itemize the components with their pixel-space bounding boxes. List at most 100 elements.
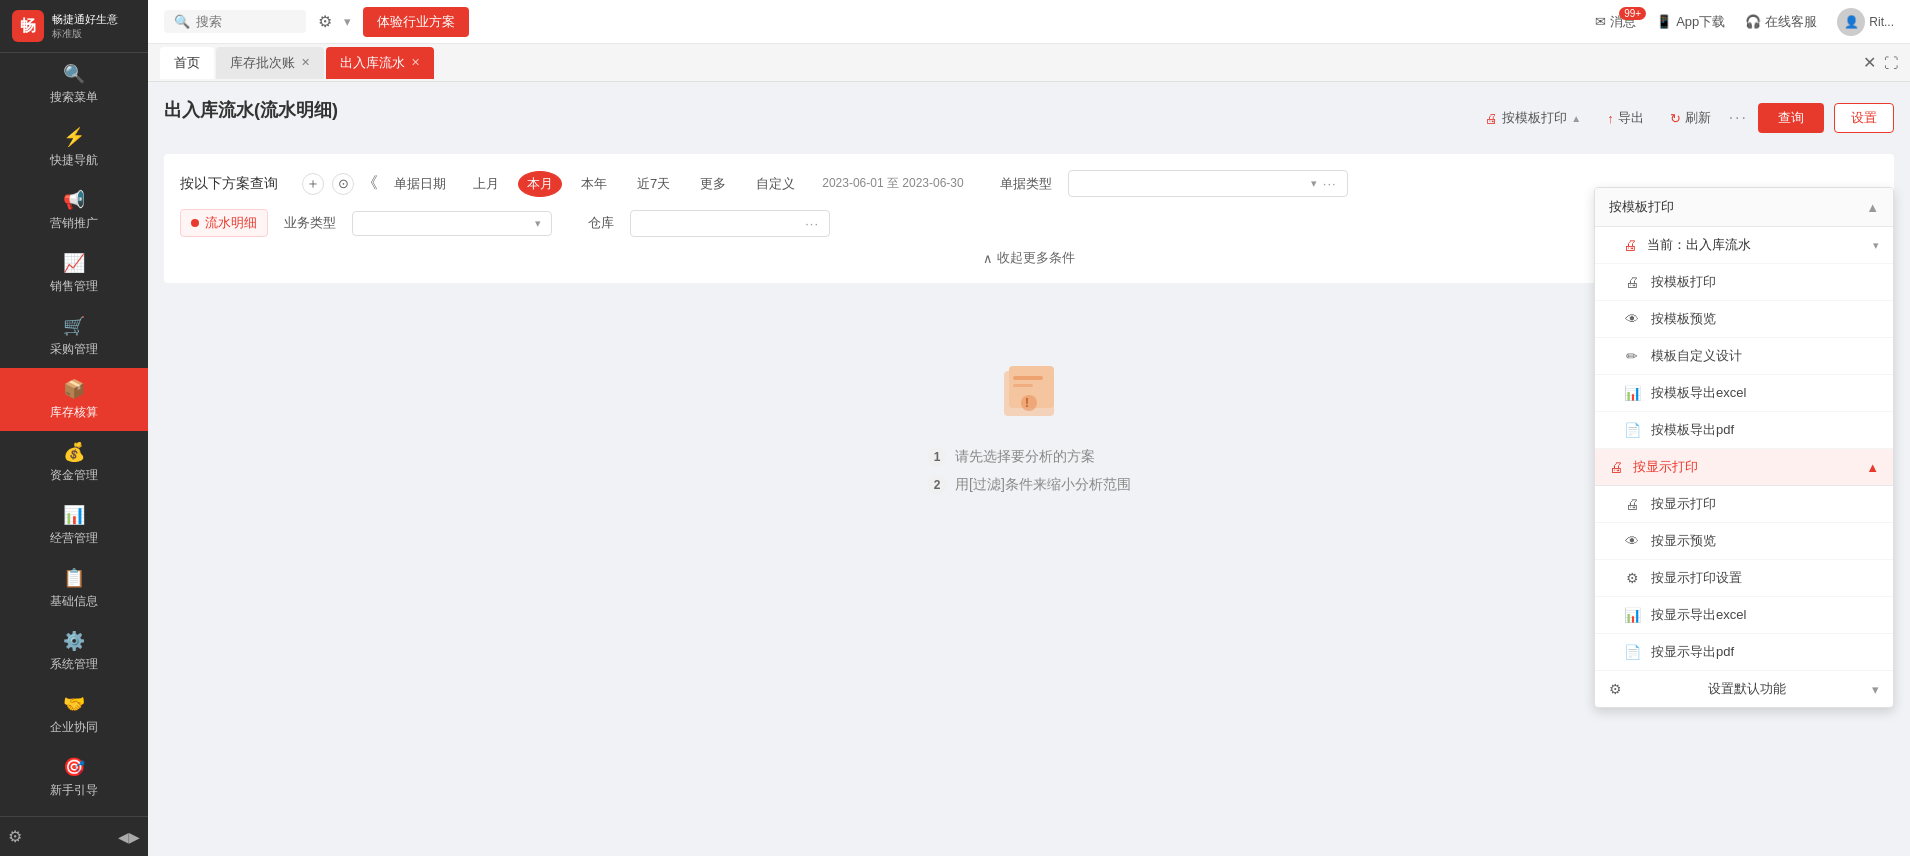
dropdown-item-template-print[interactable]: 🖨 按模板打印 [1595,264,1893,301]
item-label: 按显示打印设置 [1651,569,1742,587]
sidebar-item-label: 企业协同 [50,719,98,736]
sidebar-settings-icon[interactable]: ⚙ [8,827,22,846]
filter-section-label: 按以下方案查询 [180,175,278,193]
sidebar-item-label: 新手引导 [50,782,98,799]
sidebar-item-basic[interactable]: 📋 基础信息 [0,557,148,620]
warehouse-select[interactable]: ··· [630,210,830,237]
dropdown-item-template-pdf[interactable]: 📄 按模板导出pdf [1595,412,1893,449]
filter-tag-flow: 流水明细 [180,209,268,237]
filter-collapse-btn[interactable]: 《 [362,173,378,194]
sidebar-item-operation[interactable]: 📊 经营管理 [0,494,148,557]
warehouse-more[interactable]: ··· [805,216,819,231]
sidebar-item-marketing[interactable]: 📢 营销推广 [0,179,148,242]
date-btn-custom[interactable]: 自定义 [745,171,806,197]
search-input[interactable] [196,14,296,29]
refresh-btn[interactable]: ↻ 刷新 [1662,105,1719,131]
settings-btn[interactable]: 设置 [1834,103,1894,133]
dropdown-header-arrow[interactable]: ▲ [1866,200,1879,215]
dropdown-item-template-preview[interactable]: 👁 按模板预览 [1595,301,1893,338]
sidebar-item-guide[interactable]: 🎯 新手引导 [0,746,148,809]
display-settings-icon: ⚙ [1623,570,1641,586]
dropdown-header-title: 按模板打印 [1609,198,1674,216]
industry-btn[interactable]: 体验行业方案 [363,7,469,37]
item-label: 按模板打印 [1651,273,1716,291]
expand-window-icon[interactable]: ⛶ [1884,55,1898,71]
tab-home[interactable]: 首页 [160,47,214,79]
filter-add-btn[interactable]: ＋ [302,173,324,195]
empty-illustration: ! [989,351,1069,431]
tab-inventory-batch[interactable]: 库存批次账 ✕ [216,47,324,79]
current-label: 当前：出入库流水 [1647,236,1751,254]
app-download-btn[interactable]: 📱 App下载 [1656,13,1725,31]
sidebar-item-apps[interactable]: 📱 应用中心 [0,809,148,816]
svg-rect-2 [1013,376,1043,380]
empty-step-2: 2 用[过滤]条件来缩小分析范围 [927,475,1131,495]
dropdown-item-display-excel[interactable]: 📊 按显示导出excel [1595,597,1893,634]
filter-settings-btn[interactable]: ⊙ [332,173,354,195]
empty-step-1: 1 请先选择要分析的方案 [927,447,1131,467]
more-dots-icon[interactable]: ··· [1729,109,1748,127]
date-btn-7days[interactable]: 近7天 [626,171,681,197]
topbar-dropdown-arrow[interactable]: ▾ [344,14,351,29]
dropdown-footer[interactable]: ⚙ 设置默认功能 ▾ [1595,671,1893,707]
date-btn-last-month[interactable]: 上月 [462,171,510,197]
headset-icon: 🎧 [1745,14,1761,29]
doc-type-select[interactable]: ▾ ··· [1068,170,1348,197]
topbar-gear-icon[interactable]: ⚙ [318,12,332,31]
content-wrapper: 出入库流水(流水明细) 🖨 按模板打印 ▲ ↑ 导出 ↻ [148,82,1910,856]
print-template-btn[interactable]: 🖨 按模板打印 ▲ [1477,105,1589,131]
message-btn[interactable]: ✉ 消息 99+ [1595,13,1636,31]
logo-text: 畅捷通好生意 标准版 [52,12,118,41]
dropdown-section-display-print[interactable]: 🖨 按显示打印 ▲ [1595,449,1893,486]
sidebar-item-inventory[interactable]: 📦 库存核算 [0,368,148,431]
tab-inout-flow[interactable]: 出入库流水 ✕ [326,47,434,79]
user-avatar[interactable]: 👤 Rit... [1837,8,1894,36]
tab-expand-area: ✕ ⛶ [1863,53,1898,72]
purchase-icon: 🛒 [63,315,85,337]
date-filters: 上月 本月 本年 近7天 更多 自定义 [462,171,806,197]
dropdown-item-display-preview[interactable]: 👁 按显示预览 [1595,523,1893,560]
dropdown-item-display-pdf[interactable]: 📄 按显示导出pdf [1595,634,1893,671]
sidebar-item-search[interactable]: 🔍 搜索菜单 [0,53,148,116]
sidebar-item-label: 快捷导航 [50,152,98,169]
dropdown-current-item[interactable]: 🖨 当前：出入库流水 ▾ [1595,227,1893,264]
sidebar-nav: 🔍 搜索菜单 ⚡ 快捷导航 📢 营销推广 📈 销售管理 🛒 采购管理 📦 [0,53,148,816]
export-btn[interactable]: ↑ 导出 [1599,105,1652,131]
page-toolbar: 🖨 按模板打印 ▲ ↑ 导出 ↻ 刷新 ··· 查询 [1477,103,1894,133]
item-label: 按显示导出excel [1651,606,1746,624]
sidebar-item-finance[interactable]: 💰 资金管理 [0,431,148,494]
logo-icon: 畅 [12,10,44,42]
close-window-icon[interactable]: ✕ [1863,53,1876,72]
sidebar-toggle-icon[interactable]: ◀▶ [118,829,140,845]
date-btn-current-month[interactable]: 本月 [518,171,562,197]
item-label: 按显示导出pdf [1651,643,1734,661]
item-label: 按模板导出pdf [1651,421,1734,439]
tab-inout-flow-close[interactable]: ✕ [411,56,420,69]
query-btn[interactable]: 查询 [1758,103,1824,133]
dropdown-item-display-settings[interactable]: ⚙ 按显示打印设置 [1595,560,1893,597]
svg-point-4 [1021,395,1037,411]
collapse-conditions-btn[interactable]: ∧ 收起更多条件 [983,249,1075,267]
dropdown-item-template-excel[interactable]: 📊 按模板导出excel [1595,375,1893,412]
sidebar-item-sales[interactable]: 📈 销售管理 [0,242,148,305]
item-label: 模板自定义设计 [1651,347,1742,365]
date-btn-year[interactable]: 本年 [570,171,618,197]
sidebar-item-purchase[interactable]: 🛒 采购管理 [0,305,148,368]
dropdown-item-display-print[interactable]: 🖨 按显示打印 [1595,486,1893,523]
biz-type-select[interactable]: ▾ [352,211,552,236]
dropdown-item-template-custom[interactable]: ✏ 模板自定义设计 [1595,338,1893,375]
sidebar-item-system[interactable]: ⚙️ 系统管理 [0,620,148,683]
online-service-btn[interactable]: 🎧 在线客服 [1745,13,1817,31]
doc-type-label: 单据类型 [1000,175,1052,193]
tab-inventory-batch-close[interactable]: ✕ [301,56,310,69]
sidebar-item-shortcut[interactable]: ⚡ 快捷导航 [0,116,148,179]
doc-type-more[interactable]: ··· [1323,176,1337,191]
section-toggle-arrow[interactable]: ▲ [1866,460,1879,475]
date-btn-more[interactable]: 更多 [689,171,737,197]
sidebar-item-label: 基础信息 [50,593,98,610]
topbar-search-box[interactable]: 🔍 [164,10,306,33]
collapse-label: 收起更多条件 [997,249,1075,267]
sidebar-item-cooperation[interactable]: 🤝 企业协同 [0,683,148,746]
step2-text: 用[过滤]条件来缩小分析范围 [955,476,1131,494]
pdf-icon: 📄 [1623,422,1641,438]
